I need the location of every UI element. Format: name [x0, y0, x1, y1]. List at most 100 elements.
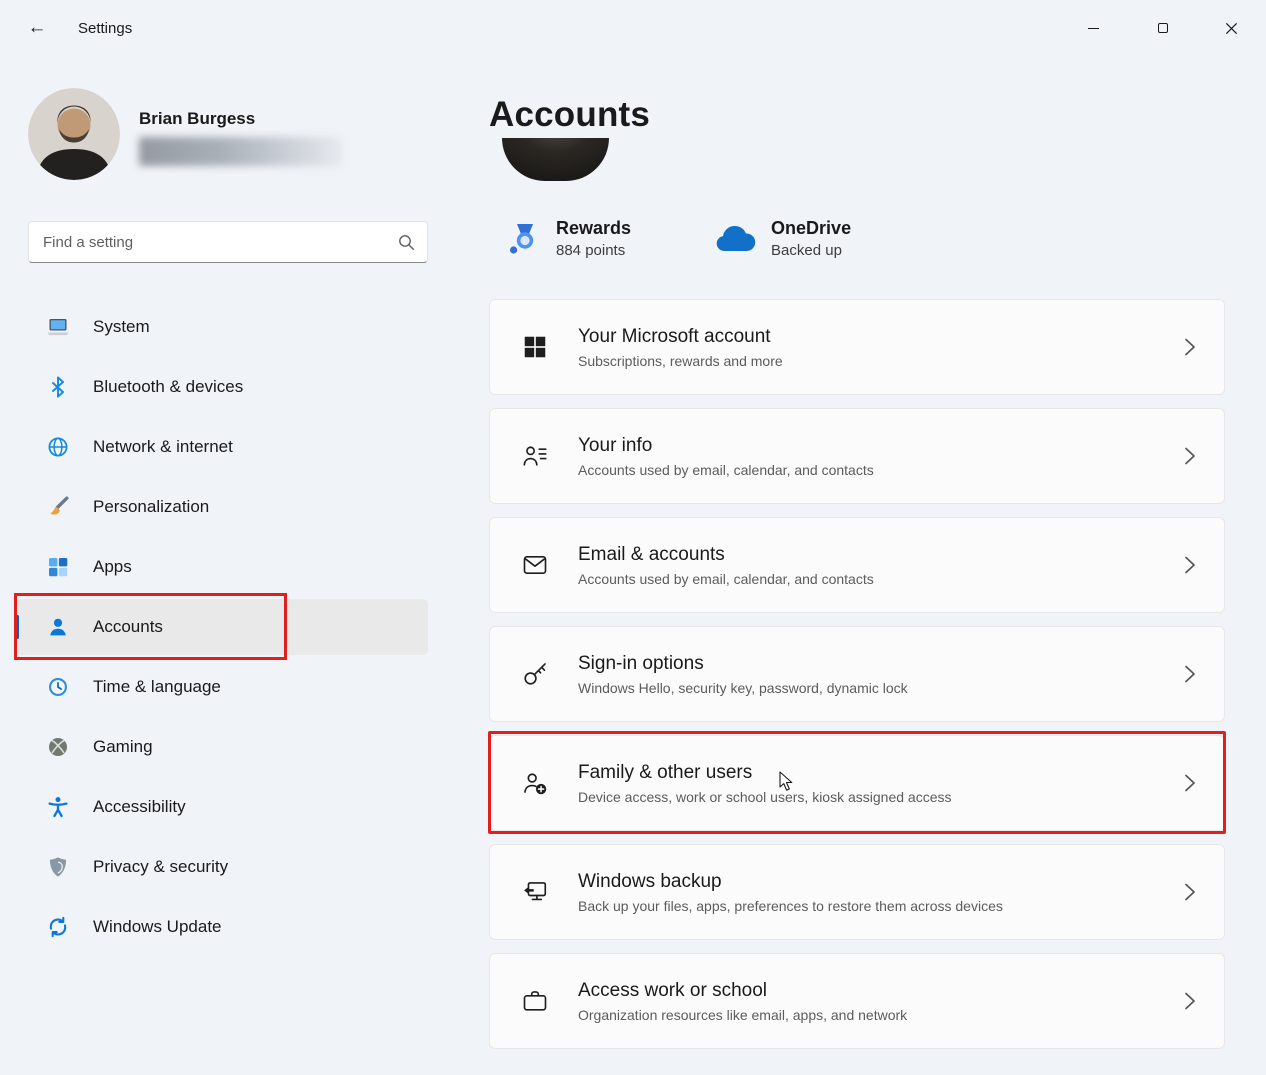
rewards-title: Rewards — [556, 218, 631, 239]
titlebar: ← Settings — [0, 0, 1266, 56]
your-info-icon — [521, 442, 549, 470]
onedrive-status: Backed up — [771, 242, 851, 259]
onedrive-title: OneDrive — [771, 218, 851, 239]
account-avatar-cropped — [502, 138, 609, 181]
card-your-microsoft-account[interactable]: Your Microsoft account Subscriptions, re… — [489, 299, 1225, 395]
sidebar-item-label: Bluetooth & devices — [93, 377, 243, 397]
onedrive-summary[interactable]: OneDrive Backed up — [714, 218, 851, 259]
chevron-right-icon — [1183, 445, 1196, 467]
sidebar-item-label: Network & internet — [93, 437, 233, 457]
main-content: Accounts Rewards 884 points OneDrive Bac… — [460, 56, 1266, 1075]
key-icon — [521, 660, 549, 688]
chevron-right-icon — [1183, 554, 1196, 576]
card-title: Your Microsoft account — [578, 326, 783, 348]
account-summary-row: Rewards 884 points OneDrive Backed up — [505, 218, 1225, 259]
privacy-security-icon — [46, 855, 70, 879]
search-box[interactable] — [28, 221, 428, 263]
personalization-icon — [46, 495, 70, 519]
card-subtitle: Accounts used by email, calendar, and co… — [578, 571, 874, 587]
windows-update-icon — [46, 915, 70, 939]
sidebar-item-network-internet[interactable]: Network & internet — [16, 419, 428, 475]
chevron-right-icon — [1183, 663, 1196, 685]
chevron-right-icon — [1183, 881, 1196, 903]
card-title: Email & accounts — [578, 544, 874, 566]
card-subtitle: Windows Hello, security key, password, d… — [578, 680, 908, 696]
onedrive-icon — [714, 225, 756, 253]
card-subtitle: Back up your files, apps, preferences to… — [578, 898, 1003, 914]
system-icon — [46, 315, 70, 339]
card-family-other-users[interactable]: Family & other users Device access, work… — [489, 735, 1225, 831]
user-avatar — [28, 88, 120, 180]
maximize-button[interactable] — [1128, 0, 1197, 56]
card-sign-in-options[interactable]: Sign-in options Windows Hello, security … — [489, 626, 1225, 722]
sidebar-item-label: System — [93, 317, 150, 337]
onedrive-text: OneDrive Backed up — [771, 218, 851, 259]
time-language-icon — [46, 675, 70, 699]
card-title: Windows backup — [578, 871, 1003, 893]
card-windows-backup[interactable]: Windows backup Back up your files, apps,… — [489, 844, 1225, 940]
sidebar-item-label: Personalization — [93, 497, 209, 517]
sidebar-item-personalization[interactable]: Personalization — [16, 479, 428, 535]
accounts-icon — [46, 615, 70, 639]
sidebar: Brian Burgess System Bluet — [0, 56, 460, 1075]
sidebar-item-label: Time & language — [93, 677, 221, 697]
sidebar-item-gaming[interactable]: Gaming — [16, 719, 428, 775]
work-school-icon — [521, 987, 549, 1015]
gaming-icon — [46, 735, 70, 759]
maximize-icon — [1158, 23, 1168, 33]
card-subtitle: Device access, work or school users, kio… — [578, 789, 951, 805]
sidebar-nav: System Bluetooth & devices Network & int… — [0, 299, 460, 955]
card-your-info[interactable]: Your info Accounts used by email, calend… — [489, 408, 1225, 504]
card-subtitle: Accounts used by email, calendar, and co… — [578, 462, 874, 478]
back-arrow-icon: ← — [28, 17, 47, 39]
sidebar-item-privacy-security[interactable]: Privacy & security — [16, 839, 428, 895]
rewards-summary[interactable]: Rewards 884 points — [505, 218, 631, 259]
page-title: Accounts — [489, 95, 1225, 135]
user-block[interactable]: Brian Burgess — [28, 88, 460, 180]
network-icon — [46, 435, 70, 459]
sidebar-item-label: Gaming — [93, 737, 153, 757]
card-title: Sign-in options — [578, 653, 908, 675]
app-body: Brian Burgess System Bluet — [0, 56, 1266, 1075]
sidebar-item-system[interactable]: System — [16, 299, 428, 355]
rewards-icon — [505, 221, 541, 257]
card-access-work-school[interactable]: Access work or school Organization resou… — [489, 953, 1225, 1049]
close-icon — [1226, 23, 1237, 34]
card-email-accounts[interactable]: Email & accounts Accounts used by email,… — [489, 517, 1225, 613]
chevron-right-icon — [1183, 990, 1196, 1012]
settings-card-list: Your Microsoft account Subscriptions, re… — [489, 299, 1225, 1049]
back-button[interactable]: ← — [18, 11, 56, 45]
card-subtitle: Organization resources like email, apps,… — [578, 1007, 907, 1023]
accessibility-icon — [46, 795, 70, 819]
sidebar-item-apps[interactable]: Apps — [16, 539, 428, 595]
card-title: Access work or school — [578, 980, 907, 1002]
user-email-redacted — [139, 137, 342, 166]
search-icon — [398, 234, 415, 251]
minimize-button[interactable] — [1059, 0, 1128, 56]
search-input[interactable] — [43, 234, 398, 251]
sidebar-item-time-language[interactable]: Time & language — [16, 659, 428, 715]
microsoft-logo-icon — [521, 333, 549, 361]
sidebar-item-accounts[interactable]: Accounts — [16, 599, 428, 655]
chevron-right-icon — [1183, 336, 1196, 358]
sidebar-item-label: Windows Update — [93, 917, 222, 937]
user-info: Brian Burgess — [139, 88, 342, 180]
sidebar-item-accessibility[interactable]: Accessibility — [16, 779, 428, 835]
windows-backup-icon — [521, 878, 549, 906]
user-name: Brian Burgess — [139, 109, 342, 129]
rewards-text: Rewards 884 points — [556, 218, 631, 259]
card-title: Your info — [578, 435, 874, 457]
card-title: Family & other users — [578, 762, 951, 784]
family-users-icon — [521, 769, 549, 797]
sidebar-item-bluetooth-devices[interactable]: Bluetooth & devices — [16, 359, 428, 415]
sidebar-item-windows-update[interactable]: Windows Update — [16, 899, 428, 955]
window-controls — [1059, 0, 1266, 56]
minimize-icon — [1088, 28, 1099, 29]
close-button[interactable] — [1197, 0, 1266, 56]
sidebar-item-label: Privacy & security — [93, 857, 228, 877]
card-subtitle: Subscriptions, rewards and more — [578, 353, 783, 369]
sidebar-item-label: Apps — [93, 557, 132, 577]
email-icon — [521, 551, 549, 579]
window-title: Settings — [78, 20, 132, 37]
bluetooth-icon — [46, 375, 70, 399]
